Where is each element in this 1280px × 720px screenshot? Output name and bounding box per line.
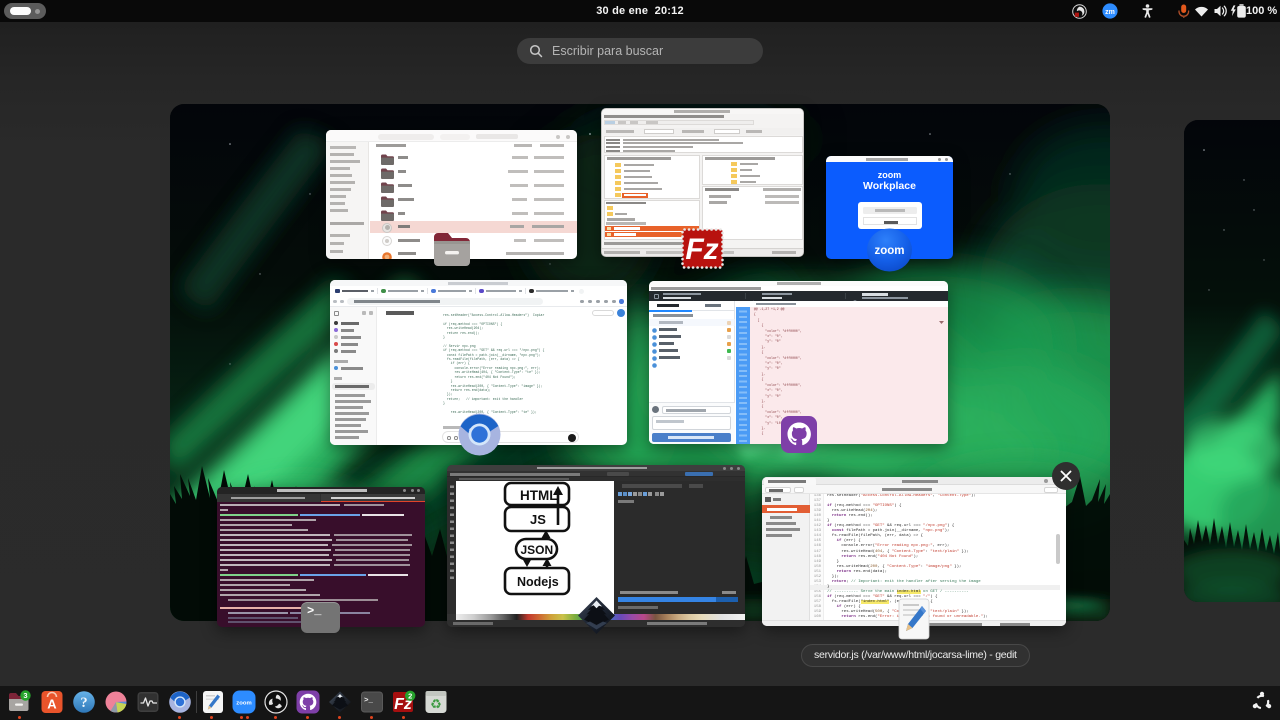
svg-text:?: ? [80, 695, 87, 711]
svg-text:3: 3 [23, 691, 27, 700]
svg-text:JSON: JSON [521, 543, 554, 557]
svg-text:zoom: zoom [236, 701, 251, 707]
svg-text:A: A [47, 697, 57, 712]
svg-text:>_: >_ [364, 697, 374, 705]
svg-text:HTML: HTML [520, 488, 558, 503]
svg-text:Fz: Fz [685, 233, 718, 266]
svg-text:zm: zm [1105, 9, 1115, 16]
svg-text:zoom: zoom [874, 245, 904, 257]
svg-text:JS: JS [530, 512, 546, 527]
svg-text:Nodejs: Nodejs [517, 575, 559, 589]
svg-text:2: 2 [408, 691, 412, 700]
svg-text:♻: ♻ [430, 697, 442, 712]
